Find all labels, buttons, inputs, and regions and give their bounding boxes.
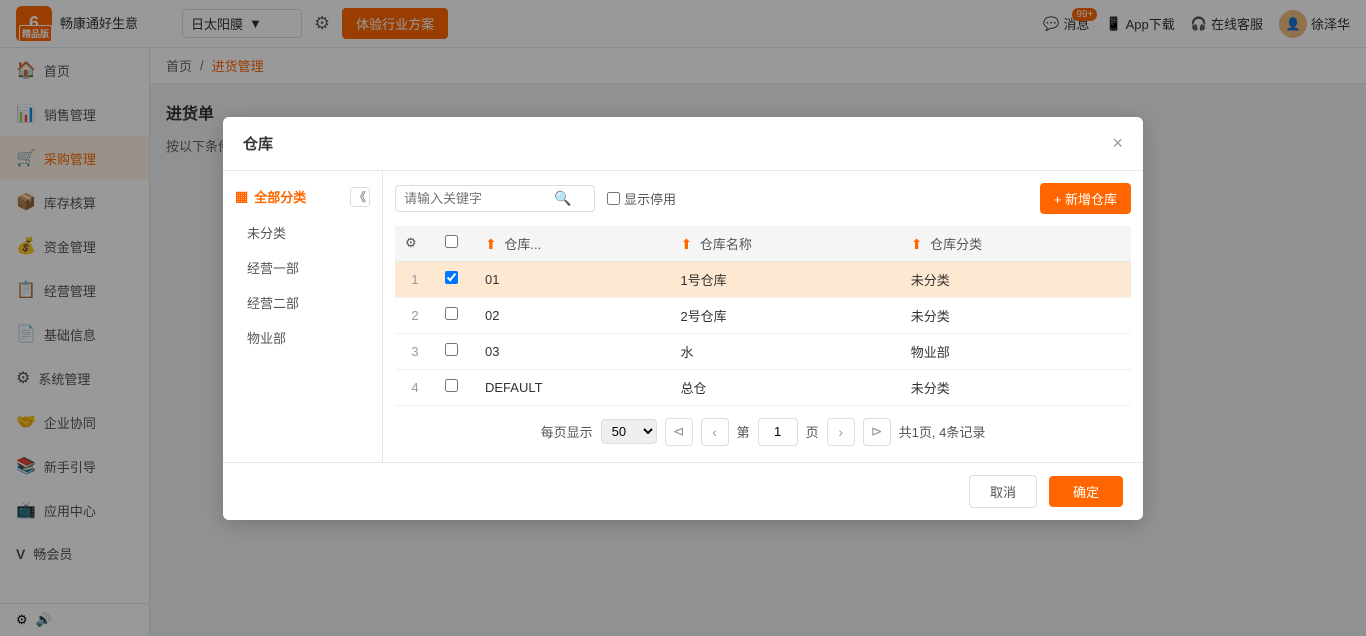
row-name-1: 1号仓库 [670,261,900,297]
modal-body: ▦ 全部分类 《 未分类 经营一部 经营二部 物业部 [223,171,1143,462]
th-settings: ⚙ [395,226,435,262]
row-code-1: 01 [475,261,670,297]
per-page-label: 每页显示 [541,422,593,441]
category-all-label: 全部分类 [254,187,306,206]
prev-page-button[interactable]: ‹ [701,418,729,446]
row-name-3: 水 [670,333,900,369]
first-page-button[interactable]: ⊲ [665,418,693,446]
row-settings-1: 1 [395,261,435,297]
th-checkbox [435,226,475,262]
search-icon[interactable]: 🔍 [554,190,571,207]
row-code-3: 03 [475,333,670,369]
modal-overlay[interactable]: 仓库 × ▦ 全部分类 《 未分类 经营一部 [0,0,1366,636]
row-settings-2: 2 [395,297,435,333]
table-header: ⚙ ⬆ 仓库... ⬆ [395,226,1131,262]
confirm-button[interactable]: 确定 [1049,476,1123,507]
row-name-4: 总仓 [670,369,900,405]
add-warehouse-button[interactable]: + 新增仓库 [1040,183,1131,214]
row-code-4: DEFAULT [475,369,670,405]
page-number-input[interactable] [758,418,798,446]
row-checkbox-3[interactable] [435,333,475,369]
table-row[interactable]: 4 DEFAULT 总仓 未分类 [395,369,1131,405]
total-info: 共1页, 4条记录 [899,422,986,441]
grid-icon: ▦ [235,188,248,205]
sort-name-icon[interactable]: ⬆ [680,236,692,252]
next-page-button[interactable]: › [827,418,855,446]
settings-th-icon: ⚙ [405,235,417,250]
row-category-2: 未分类 [901,297,1131,333]
category-item-dept1[interactable]: 经营一部 [223,250,382,285]
category-collapse-button[interactable]: 《 [350,187,370,207]
search-input[interactable] [404,191,554,206]
category-item-unclassified[interactable]: 未分类 [223,215,382,250]
table-body: 1 01 1号仓库 未分类 2 02 2号仓库 [395,261,1131,405]
category-item-property[interactable]: 物业部 [223,320,382,355]
modal-close-button[interactable]: × [1112,133,1123,154]
warehouse-modal: 仓库 × ▦ 全部分类 《 未分类 经营一部 [223,117,1143,520]
sort-category-icon[interactable]: ⬆ [911,236,923,252]
row-category-1: 未分类 [901,261,1131,297]
row-checkbox-1[interactable] [435,261,475,297]
row-settings-3: 3 [395,333,435,369]
sort-code-icon[interactable]: ⬆ [485,236,497,252]
search-input-wrap: 🔍 [395,185,595,212]
page-unit: 页 [806,422,819,441]
page-label: 第 [737,422,750,441]
th-name: ⬆ 仓库名称 [670,226,900,262]
modal-header: 仓库 × [223,117,1143,171]
modal-footer: 取消 确定 [223,462,1143,520]
modal-title: 仓库 [243,133,273,154]
category-panel: ▦ 全部分类 《 未分类 经营一部 经营二部 物业部 [223,171,383,462]
row-category-3: 物业部 [901,333,1131,369]
row-category-4: 未分类 [901,369,1131,405]
row-settings-4: 4 [395,369,435,405]
last-page-button[interactable]: ⊳ [863,418,891,446]
row-checkbox-2[interactable] [435,297,475,333]
show-disabled-checkbox[interactable] [607,192,620,205]
select-all-checkbox[interactable] [445,235,458,248]
cancel-button[interactable]: 取消 [969,475,1037,508]
row-checkbox-4[interactable] [435,369,475,405]
warehouse-table: ⚙ ⬆ 仓库... ⬆ [395,226,1131,406]
pagination: 每页显示 50 10 20 100 ⊲ ‹ 第 页 › ⊳ 共1页, 4条记录 [395,406,1131,450]
row-name-2: 2号仓库 [670,297,900,333]
th-category: ⬆ 仓库分类 [901,226,1131,262]
show-disabled-label: 显示停用 [607,189,676,208]
search-bar: 🔍 显示停用 + 新增仓库 [395,183,1131,214]
th-code: ⬆ 仓库... [475,226,670,262]
table-row[interactable]: 1 01 1号仓库 未分类 [395,261,1131,297]
right-panel: 🔍 显示停用 + 新增仓库 ⚙ [383,171,1143,462]
per-page-select[interactable]: 50 10 20 100 [601,419,657,444]
table-row[interactable]: 2 02 2号仓库 未分类 [395,297,1131,333]
row-code-2: 02 [475,297,670,333]
category-item-dept2[interactable]: 经营二部 [223,285,382,320]
table-row[interactable]: 3 03 水 物业部 [395,333,1131,369]
table-container: ⚙ ⬆ 仓库... ⬆ [395,226,1131,406]
category-all-header[interactable]: ▦ 全部分类 《 [223,179,382,215]
